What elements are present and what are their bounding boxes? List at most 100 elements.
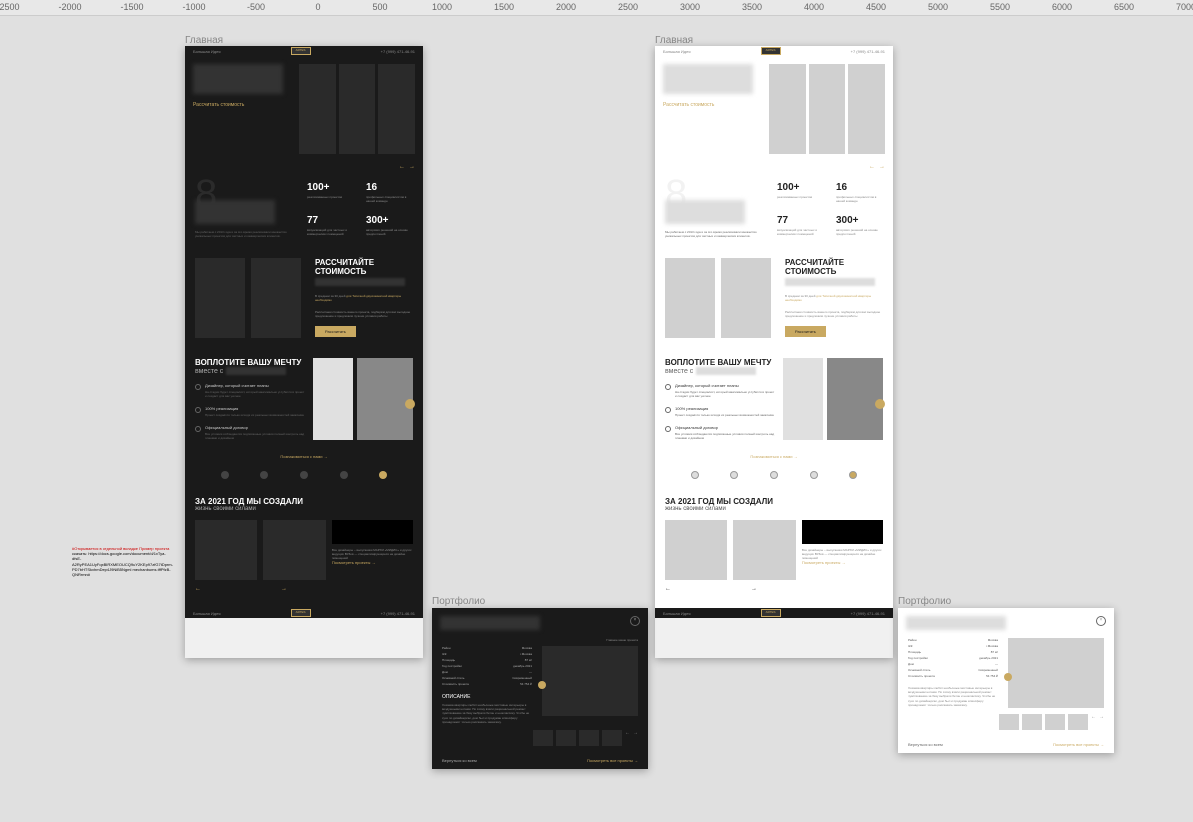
thumbnail-row: ← → — [898, 708, 1114, 736]
step-dot[interactable] — [340, 471, 348, 479]
stat-item: 100+ реализованных проектов — [307, 182, 354, 205]
artboard-portfolio-light[interactable]: × РайонМосква ЖКг.Москва Площадь87 м² Го… — [898, 608, 1114, 753]
frame-label[interactable]: Портфолио — [898, 596, 951, 607]
project-main-image — [542, 646, 638, 716]
detail-val: 87 м² — [991, 650, 998, 654]
detail-key: Стоимость проекта — [442, 682, 469, 686]
step-dot[interactable] — [770, 471, 778, 479]
step-dot[interactable] — [691, 471, 699, 479]
artboard-portfolio-dark[interactable]: × Главное меню проекта РайонМосква ЖКг.М… — [432, 608, 648, 769]
calculate-cost-link[interactable]: Рассчитать стоимость — [663, 100, 763, 110]
arrow-right-icon[interactable]: → — [633, 730, 638, 746]
stat-label: профильных специалистов в нашей команде — [366, 195, 413, 203]
step-dot[interactable] — [300, 471, 308, 479]
thumbnail[interactable] — [579, 730, 599, 746]
arrow-right-icon[interactable]: → — [751, 586, 757, 592]
carousel-next-icon[interactable] — [875, 399, 885, 409]
logo[interactable]: ARTES — [291, 47, 311, 55]
step-dot[interactable] — [260, 471, 268, 479]
step-dot[interactable] — [730, 471, 738, 479]
arrow-right-icon[interactable]: → — [879, 164, 885, 170]
logo[interactable]: ARTES — [761, 47, 781, 55]
dream-section: ВОПЛОТИТЕ ВАШУ МЕЧТУ вместе с Дизайнер, … — [185, 348, 423, 450]
year-image — [263, 520, 325, 580]
thumbnail[interactable] — [533, 730, 553, 746]
portfolio-footer: Вернуться ко всем Посмотреть все проекты… — [898, 736, 1114, 753]
step-dot[interactable] — [810, 471, 818, 479]
frame-label[interactable]: Главная — [655, 35, 693, 46]
close-icon[interactable]: × — [630, 616, 640, 626]
back-link[interactable]: Вернуться ко всем — [908, 742, 943, 747]
portfolio-footer: Вернуться ко всем Посмотреть все проекты… — [432, 752, 648, 769]
ruler-tick: 6000 — [1052, 2, 1072, 12]
header-phone[interactable]: +7 (999) 471-46-91 — [851, 49, 885, 54]
thumbnail[interactable] — [1022, 714, 1042, 730]
detail-val: декабрь 2021 — [979, 656, 998, 660]
footer-phone[interactable]: +7 (999) 471-46-91 — [851, 611, 885, 616]
arrow-left-icon[interactable]: ← — [1091, 714, 1096, 730]
feature-desc: Все условия соблюдаются подписанные усло… — [205, 432, 305, 440]
carousel-next-icon[interactable] — [405, 399, 415, 409]
arrow-left-icon[interactable]: ← — [399, 164, 405, 170]
arrow-left-icon[interactable]: ← — [195, 586, 201, 592]
close-icon[interactable]: × — [1096, 616, 1106, 626]
calc-title: РАССЧИТАЙТЕ СТОИМОСТЬ — [315, 258, 413, 276]
carousel-arrows: ← → — [185, 162, 423, 172]
view-projects-link[interactable]: Посмотреть проекты → — [332, 560, 413, 565]
logo[interactable]: ARTES — [761, 609, 781, 617]
about-us-link[interactable]: Познакомиться с нами → — [655, 450, 893, 463]
calculate-button[interactable]: Рассчитать — [785, 326, 826, 337]
detail-val: 54 754 ₽ — [986, 674, 998, 678]
artboard-main-light[interactable]: Большая Идея ARTES +7 (999) 471-46-91 Ра… — [655, 46, 893, 658]
all-projects-link[interactable]: Посмотреть все проекты → — [1053, 742, 1104, 747]
footer-phone[interactable]: +7 (999) 471-46-91 — [381, 611, 415, 616]
feature-item: Официальный договор Все условия соблюдаю… — [195, 425, 305, 440]
project-main-image — [1008, 638, 1104, 708]
detail-key: Площадь — [908, 650, 921, 654]
frame-label[interactable]: Главная — [185, 35, 223, 46]
logo[interactable]: ARTES — [291, 609, 311, 617]
calculate-cost-link[interactable]: Рассчитать стоимость — [193, 100, 293, 110]
calc-image — [665, 258, 715, 338]
calculate-section: РАССЧИТАЙТЕ СТОИМОСТЬ В среднем за 30 дн… — [655, 248, 893, 348]
calc-image — [251, 258, 301, 338]
thumbnail-row: ← → — [432, 724, 648, 752]
dream-sub-blurred — [696, 367, 756, 375]
step-dot[interactable] — [221, 471, 229, 479]
thumbnail[interactable] — [1068, 714, 1088, 730]
step-dot-active[interactable] — [849, 471, 857, 479]
header-phone[interactable]: +7 (999) 471-46-91 — [381, 49, 415, 54]
artboard-main-dark[interactable]: Большая Идея ARTES +7 (999) 471-46-91 Ра… — [185, 46, 423, 658]
image-nav-icon[interactable] — [1004, 673, 1012, 681]
stat-label: профильных специалистов в нашей команде — [836, 195, 883, 203]
detail-val: — — [995, 662, 998, 666]
design-canvas[interactable]: #Открывается в отдельной вкладке Пример … — [0, 16, 1193, 822]
image-nav-icon[interactable] — [538, 681, 546, 689]
menu-label[interactable]: Главное меню проекта — [432, 638, 648, 646]
view-projects-link[interactable]: Посмотреть проекты → — [802, 560, 883, 565]
arrow-left-icon[interactable]: ← — [869, 164, 875, 170]
arrow-right-icon[interactable]: → — [1099, 714, 1104, 730]
step-dot-active[interactable] — [379, 471, 387, 479]
dream-blueprint-image — [313, 358, 353, 440]
calculate-button[interactable]: Рассчитать — [315, 326, 356, 337]
arrow-right-icon[interactable]: → — [281, 586, 287, 592]
arrow-left-icon[interactable]: ← — [665, 586, 671, 592]
note-black-text: скачать: https://docs.google.com/documen… — [72, 551, 172, 577]
thumbnail[interactable] — [556, 730, 576, 746]
thumbnail[interactable] — [999, 714, 1019, 730]
about-us-link[interactable]: Познакомиться с нами → — [185, 450, 423, 463]
thumbnail[interactable] — [1045, 714, 1065, 730]
calc-image — [195, 258, 245, 338]
arrow-right-icon[interactable]: → — [409, 164, 415, 170]
portfolio-body: РайонМосква ЖКг.Москва Площадь87 м² Год … — [432, 646, 648, 724]
stats-section: 8 Мы работаем с 2013 года и за это время… — [185, 172, 423, 248]
all-projects-link[interactable]: Посмотреть все проекты → — [587, 758, 638, 763]
arrow-left-icon[interactable]: ← — [625, 730, 630, 746]
back-link[interactable]: Вернуться ко всем — [442, 758, 477, 763]
ruler-tick: 1500 — [494, 2, 514, 12]
frame-label[interactable]: Портфолио — [432, 596, 485, 607]
thumbnail[interactable] — [602, 730, 622, 746]
dream-sub: вместе с — [665, 368, 693, 375]
detail-key: Основной стиль — [908, 668, 930, 672]
